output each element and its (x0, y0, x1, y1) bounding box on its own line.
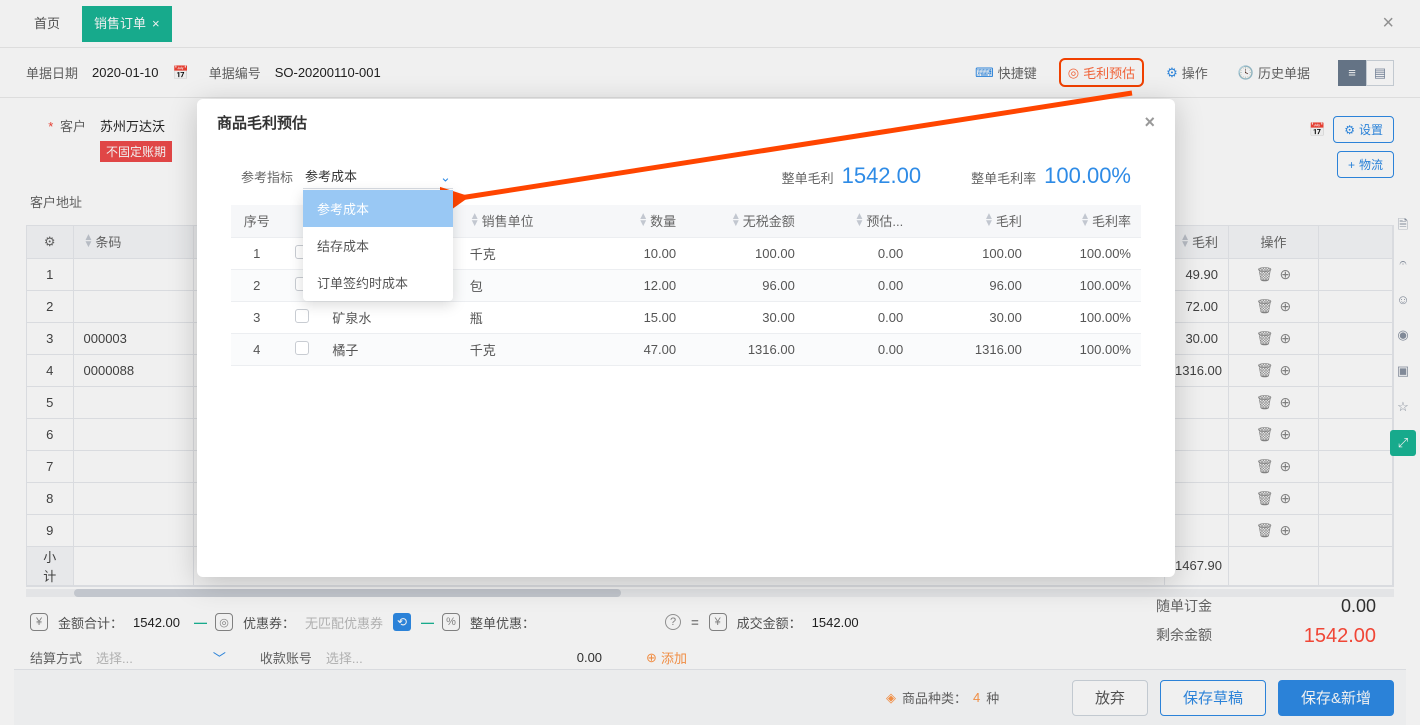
dropdown-option[interactable]: 订单签约时成本 (303, 264, 453, 301)
ref-select[interactable]: 参考成本 ⌃ 参考成本 结存成本 订单签约时成本 (303, 163, 453, 189)
col-qty[interactable]: ▲▼数量 (578, 205, 687, 237)
rate-metric: 整单毛利率 100.00% (971, 163, 1131, 189)
col-rate[interactable]: ▲▼毛利率 (1032, 205, 1141, 237)
checkbox[interactable] (295, 309, 309, 323)
ref-value: 参考成本 (305, 166, 357, 185)
checkbox[interactable] (295, 341, 309, 355)
dropdown-option[interactable]: 结存成本 (303, 227, 453, 264)
modal-head-row: 参考指标 参考成本 ⌃ 参考成本 结存成本 订单签约时成本 整单毛利 1542.… (197, 145, 1175, 199)
col-est[interactable]: ▲▼预估... (805, 205, 913, 237)
total-profit-metric: 整单毛利 1542.00 (782, 163, 922, 189)
col-seq[interactable]: 序号 (231, 205, 283, 237)
modal-title-bar: 商品毛利预估 × (197, 99, 1175, 145)
modal-title: 商品毛利预估 (217, 112, 307, 133)
ref-label: 参考指标 (241, 167, 293, 186)
close-icon[interactable]: × (1144, 112, 1155, 133)
col-profit[interactable]: ▲▼毛利 (913, 205, 1032, 237)
col-unit[interactable]: ▲▼销售单位 (460, 205, 578, 237)
col-amount[interactable]: ▲▼无税金额 (686, 205, 805, 237)
chevron-up-icon: ⌃ (440, 168, 451, 184)
table-row[interactable]: 4橘子千克47.001316.000.001316.00100.00% (231, 333, 1141, 365)
profit-modal: 商品毛利预估 × 参考指标 参考成本 ⌃ 参考成本 结存成本 订单签约时成本 整… (197, 99, 1175, 577)
dropdown-option[interactable]: 参考成本 (303, 190, 453, 227)
ref-dropdown: 参考成本 结存成本 订单签约时成本 (303, 190, 453, 301)
table-row[interactable]: 3矿泉水瓶15.0030.000.0030.00100.00% (231, 301, 1141, 333)
